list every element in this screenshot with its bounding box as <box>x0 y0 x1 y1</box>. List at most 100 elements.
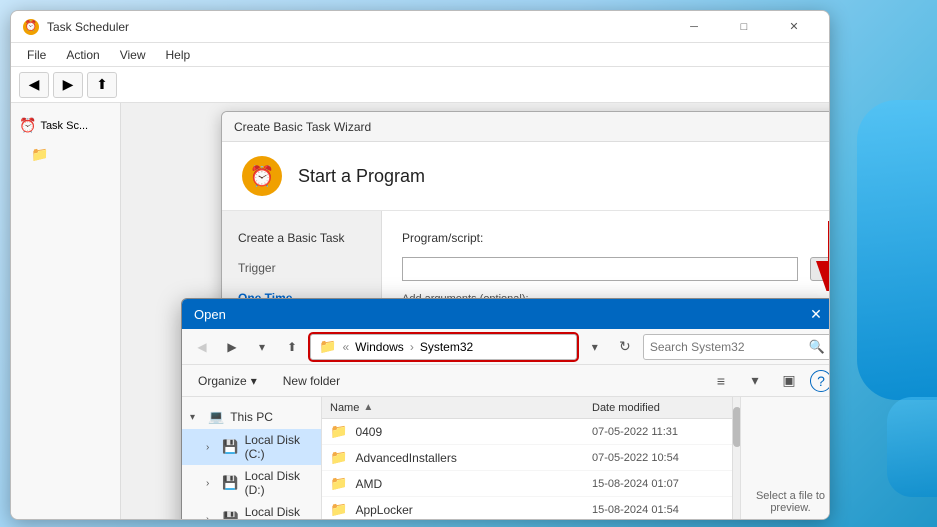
back-button[interactable]: ◀ <box>19 72 49 98</box>
menu-view[interactable]: View <box>112 46 154 64</box>
maximize-button[interactable]: □ <box>721 11 767 43</box>
menu-file[interactable]: File <box>19 46 54 64</box>
sort-arrow: ▲ <box>363 402 373 413</box>
file-0409-date: 07-05-2022 11:31 <box>592 426 732 438</box>
col-name-header[interactable]: Name ▲ <box>330 402 592 414</box>
disk-e-label: Local Disk (E:) <box>245 505 313 519</box>
dialog-sidebar: ▾ 💻 This PC › 💾 Local Disk (C:) › <box>182 397 322 519</box>
new-folder-button[interactable]: New folder <box>273 371 350 391</box>
open-dialog-title: Open <box>194 307 226 322</box>
titlebar-left: ⏰ Task Scheduler <box>23 19 129 35</box>
file-applocker-date: 15-08-2024 01:54 <box>592 504 732 516</box>
file-0409-label: 0409 <box>355 425 382 439</box>
addr-forward-button[interactable]: ▶ <box>220 335 244 359</box>
path-folder-icon: 📁 <box>319 338 336 355</box>
expand-arrow-e: › <box>206 514 217 520</box>
view-pane-button[interactable]: ▣ <box>776 368 802 394</box>
sidebar-item-task[interactable]: ⏰ Task Sc... <box>11 111 120 140</box>
col-date-header[interactable]: Date modified <box>592 402 732 414</box>
sidebar-local-e[interactable]: › 💾 Local Disk (E:) <box>182 501 321 519</box>
file-rows: 📁 0409 07-05-2022 11:31 📁 AdvancedInstal… <box>322 419 740 519</box>
sidebar-local-c[interactable]: › 💾 Local Disk (C:) <box>182 429 321 465</box>
menubar: File Action View Help <box>11 43 829 67</box>
subtask-icon: 📁 <box>31 146 48 163</box>
path-separator-left: « <box>342 340 349 354</box>
window-titlebar: ⏰ Task Scheduler ─ □ ✕ <box>11 11 829 43</box>
wizard-nav-create[interactable]: Create a Basic Task <box>222 223 381 253</box>
forward-button[interactable]: ▶ <box>53 72 83 98</box>
task-scheduler-window: ⏰ Task Scheduler ─ □ ✕ File Action View … <box>10 10 830 520</box>
thispc-icon: 💻 <box>208 409 224 425</box>
open-dialog-close-button[interactable]: ✕ <box>804 302 828 326</box>
dialog-content: ▾ 💻 This PC › 💾 Local Disk (C:) › <box>182 397 829 519</box>
address-bar: ◀ ▶ ▾ ⬆ 📁 « Windows › System32 ▾ ↻ <box>182 329 829 365</box>
path-windows: Windows <box>355 340 404 354</box>
file-row-amd[interactable]: 📁 AMD 15-08-2024 01:07 <box>322 471 740 497</box>
disk-c-label: Local Disk (C:) <box>245 433 313 461</box>
file-list: Name ▲ Date modified <box>322 397 740 519</box>
titlebar-title: Task Scheduler <box>47 20 129 34</box>
addr-down-button[interactable]: ▾ <box>250 335 274 359</box>
open-dialog-titlebar: Open ✕ <box>182 299 829 329</box>
program-script-row: Program/script: <box>402 231 829 245</box>
sidebar-item-subtask[interactable]: 📁 <box>11 140 120 169</box>
wizard-nav-trigger[interactable]: Trigger <box>222 253 381 283</box>
sidebar-task-label: Task Sc... <box>40 120 88 132</box>
disk-c-icon: 💾 <box>222 439 238 455</box>
view-list-button[interactable]: ≡ <box>708 368 734 394</box>
file-row-0409[interactable]: 📁 0409 07-05-2022 11:31 <box>322 419 740 445</box>
red-arrow-indicator <box>810 221 829 291</box>
view-down-button[interactable]: ▾ <box>742 368 768 394</box>
content-area: Create Basic Task Wizard ✕ ⏰ Start a Pro… <box>121 103 829 519</box>
folder-advanced-icon: 📁 <box>330 449 347 466</box>
app-toolbar: ◀ ▶ ⬆ <box>11 67 829 103</box>
scrollbar-thumb[interactable] <box>733 407 740 447</box>
addr-back-button[interactable]: ◀ <box>190 335 214 359</box>
task-scheduler-icon: ⏰ <box>23 19 39 35</box>
main-area: ⏰ Task Sc... 📁 Create Basic Task Wizard … <box>11 103 829 519</box>
thispc-label: This PC <box>230 410 273 424</box>
wizard-header-title: Start a Program <box>298 166 425 187</box>
minimize-button[interactable]: ─ <box>671 11 717 43</box>
sidebar-this-pc[interactable]: ▾ 💻 This PC <box>182 405 321 429</box>
folder-applocker-icon: 📁 <box>330 501 347 518</box>
file-list-header: Name ▲ Date modified <box>322 397 740 419</box>
file-amd-date: 15-08-2024 01:07 <box>592 478 732 490</box>
wizard-title: Create Basic Task Wizard <box>234 120 371 134</box>
expand-arrow-d: › <box>206 478 216 489</box>
view-help-button[interactable]: ? <box>810 370 829 392</box>
arrow-svg <box>810 221 829 291</box>
app-sidebar: ⏰ Task Sc... 📁 <box>11 103 121 519</box>
sidebar-local-d[interactable]: › 💾 Local Disk (D:) <box>182 465 321 501</box>
disk-d-label: Local Disk (D:) <box>245 469 313 497</box>
file-row-advanced-name: 📁 AdvancedInstallers <box>330 449 592 466</box>
dialog-toolbar: Organize ▾ New folder ≡ ▾ ▣ ? <box>182 365 829 397</box>
addr-expand-button[interactable]: ▾ <box>583 335 607 359</box>
desktop-shape-2 <box>887 397 937 497</box>
address-path[interactable]: 📁 « Windows › System32 <box>310 334 577 360</box>
organize-label: Organize <box>198 374 247 388</box>
search-box: 🔍 <box>643 334 829 360</box>
up-button[interactable]: ⬆ <box>87 72 117 98</box>
search-input[interactable] <box>650 340 805 354</box>
file-row-advanced[interactable]: 📁 AdvancedInstallers 07-05-2022 10:54 <box>322 445 740 471</box>
file-row-applocker[interactable]: 📁 AppLocker 15-08-2024 01:54 <box>322 497 740 519</box>
col-date-label: Date modified <box>592 402 660 414</box>
program-script-input[interactable] <box>402 257 798 281</box>
path-system32: System32 <box>420 340 473 354</box>
menu-action[interactable]: Action <box>58 46 107 64</box>
file-applocker-label: AppLocker <box>355 503 412 517</box>
addr-refresh-button[interactable]: ↻ <box>613 335 637 359</box>
search-icon: 🔍 <box>809 339 825 355</box>
folder-amd-icon: 📁 <box>330 475 347 492</box>
addr-up-button[interactable]: ⬆ <box>280 335 304 359</box>
menu-help[interactable]: Help <box>158 46 199 64</box>
file-advanced-date: 07-05-2022 10:54 <box>592 452 732 464</box>
close-button[interactable]: ✕ <box>771 11 817 43</box>
organize-arrow: ▾ <box>251 374 257 388</box>
scrollbar-track <box>732 397 740 519</box>
task-icon: ⏰ <box>19 117 36 134</box>
window-controls: ─ □ ✕ <box>671 11 817 43</box>
organize-button[interactable]: Organize ▾ <box>190 371 265 391</box>
open-dialog: Open ✕ ◀ ▶ ▾ ⬆ 📁 « Windows › System32 <box>181 298 829 519</box>
